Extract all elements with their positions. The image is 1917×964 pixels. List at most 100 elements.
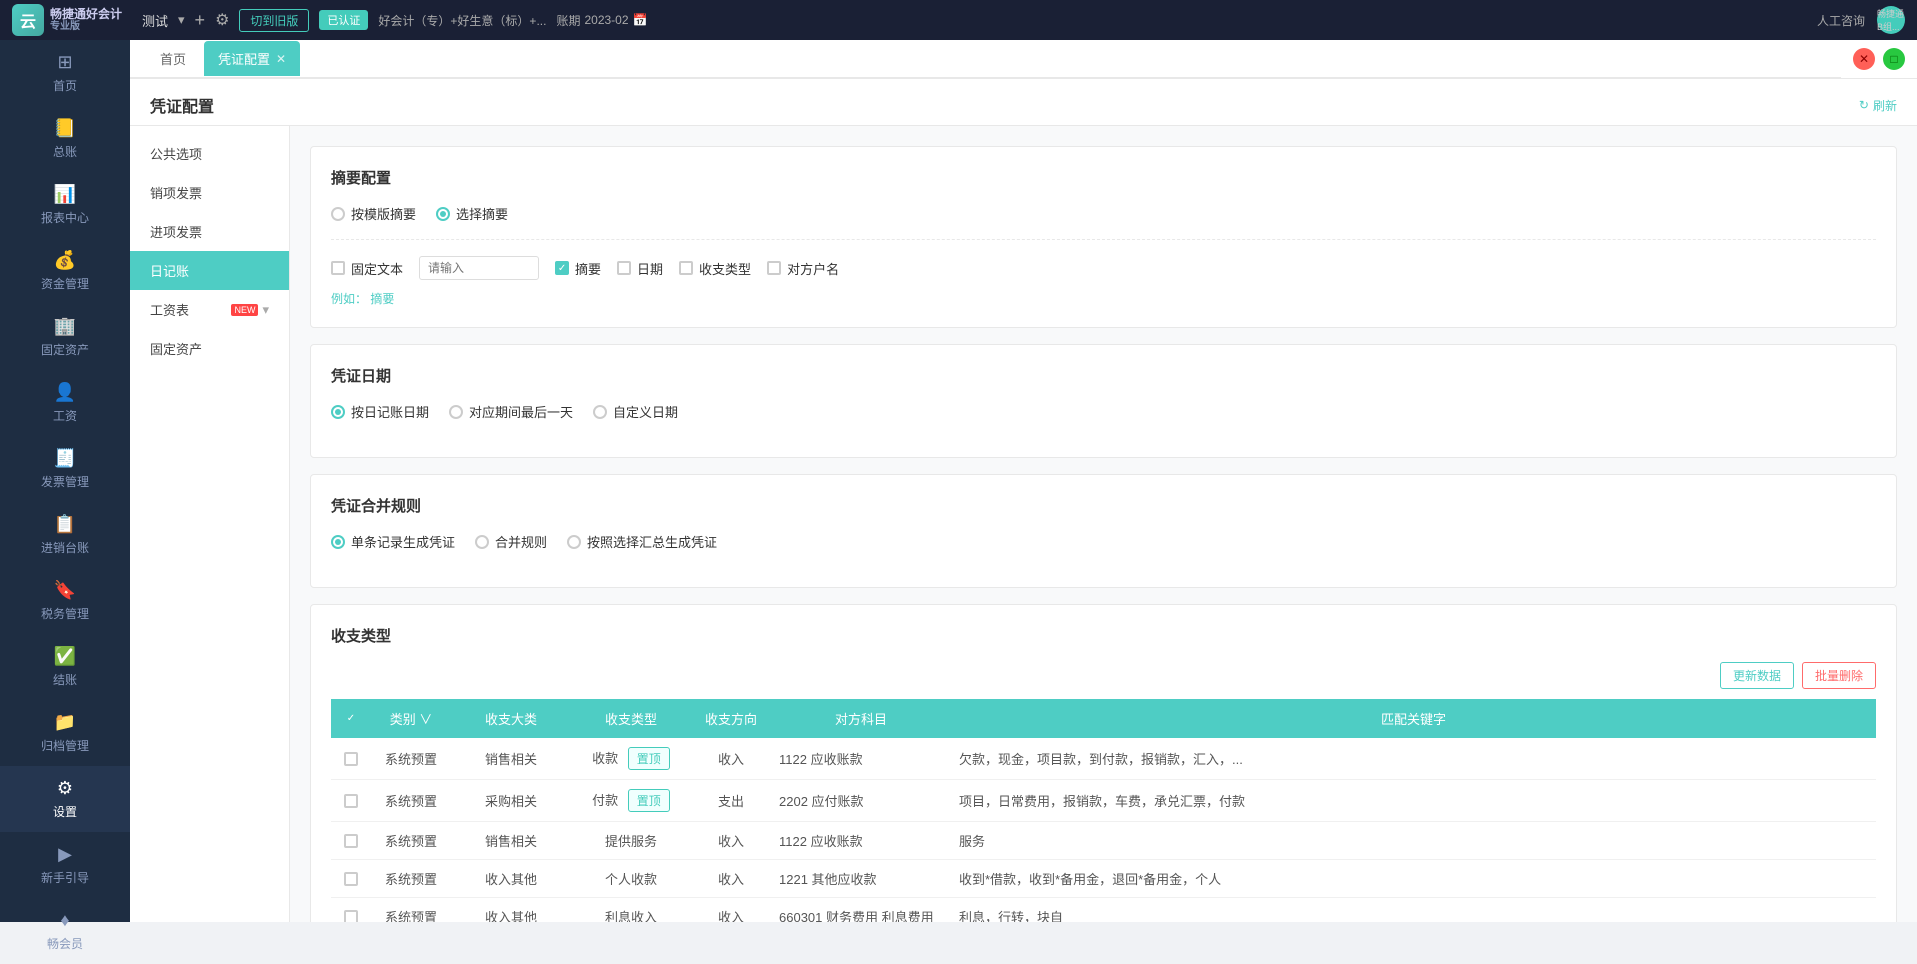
th-keyword: 匹配关键字 bbox=[951, 699, 1876, 738]
sidebar-label-settings: 设置 bbox=[53, 803, 77, 820]
row-account-1: 2202 应付账款 bbox=[771, 780, 951, 822]
table-action-row: 更新数据 批量删除 bbox=[331, 662, 1876, 689]
row-keywords-4: 利息，行转，块自 bbox=[951, 898, 1876, 923]
add-icon[interactable]: + bbox=[195, 10, 206, 31]
summary-radio-group: 按模版摘要 选择摘要 bbox=[331, 204, 1876, 223]
radio-custom-date[interactable]: 自定义日期 bbox=[593, 402, 678, 421]
radio-merge-rule[interactable]: 合并规则 bbox=[475, 532, 547, 551]
fixed-text-input[interactable] bbox=[419, 256, 539, 280]
checkbox-fixed-text[interactable]: 固定文本 bbox=[331, 259, 403, 278]
app-logo: 云 畅捷通好会计 专业版 bbox=[12, 4, 132, 36]
th-major: 收支大类 bbox=[451, 699, 571, 738]
select-all-checkbox[interactable]: ✓ bbox=[344, 712, 358, 726]
summary-config-section: 摘要配置 按模版摘要 选择摘要 bbox=[310, 146, 1897, 328]
row-checkbox-2[interactable] bbox=[344, 834, 358, 848]
left-nav-payroll[interactable]: 工资表 NEW ▾ bbox=[130, 290, 289, 329]
left-nav-public[interactable]: 公共选项 bbox=[130, 134, 289, 173]
fixed-assets-icon: 🏢 bbox=[54, 316, 76, 337]
refresh-btn[interactable]: ↻ 刷新 bbox=[1859, 97, 1897, 114]
table-row: 系统预置 销售相关 收款 置顶 收入 1122 应收账款 欠款，现金，项目款，到… bbox=[331, 738, 1876, 780]
sidebar-label-guide: 新手引导 bbox=[41, 869, 89, 886]
left-nav-sales[interactable]: 销项发票 bbox=[130, 173, 289, 212]
top-badge-0[interactable]: 置顶 bbox=[628, 747, 670, 770]
radio-single-circle bbox=[331, 535, 345, 549]
tab-close-icon[interactable]: ✕ bbox=[276, 52, 286, 66]
logo-text: 畅捷通好会计 专业版 bbox=[50, 7, 122, 33]
sidebar-item-settings[interactable]: ⚙ 设置 bbox=[0, 766, 130, 832]
new-badge: NEW bbox=[231, 304, 258, 316]
top-badge-1[interactable]: 置顶 bbox=[628, 789, 670, 812]
row-type-1: 付款 置顶 bbox=[571, 780, 691, 822]
radio-select-summary[interactable]: 选择摘要 bbox=[436, 204, 508, 223]
settings-icon[interactable]: ⚙ bbox=[215, 10, 229, 30]
consult-link[interactable]: 人工咨询 bbox=[1817, 12, 1865, 29]
checkbox-summary[interactable]: ✓ 摘要 bbox=[555, 259, 601, 278]
batch-delete-btn[interactable]: 批量删除 bbox=[1802, 662, 1876, 689]
sidebar-label-archive: 归档管理 bbox=[41, 737, 89, 754]
row-checkbox-3[interactable] bbox=[344, 872, 358, 886]
sidebar-item-fixed-assets[interactable]: 🏢 固定资产 bbox=[0, 304, 130, 370]
row-checkbox-1[interactable] bbox=[344, 794, 358, 808]
income-expense-title: 收支类型 bbox=[331, 625, 1876, 646]
sidebar-item-guide[interactable]: ▶ 新手引导 bbox=[0, 832, 130, 898]
th-account: 对方科目 bbox=[771, 699, 951, 738]
sidebar-item-tax[interactable]: 🔖 税务管理 bbox=[0, 568, 130, 634]
sidebar-item-payroll[interactable]: 👤 工资 bbox=[0, 370, 130, 436]
avatar[interactable]: 畅捷通B组... bbox=[1877, 6, 1905, 34]
row-major-1: 采购相关 bbox=[451, 780, 571, 822]
tab-home[interactable]: 首页 bbox=[146, 41, 200, 76]
archive-icon: 📁 bbox=[54, 712, 76, 733]
checkbox-type[interactable]: 收支类型 bbox=[679, 259, 751, 278]
left-nav-journal[interactable]: 日记账 bbox=[130, 251, 289, 290]
row-category-4: 系统预置 bbox=[371, 898, 451, 923]
radio-single-record[interactable]: 单条记录生成凭证 bbox=[331, 532, 455, 551]
radio-custom-circle bbox=[593, 405, 607, 419]
tab-bar: 首页 凭证配置 ✕ bbox=[130, 40, 1841, 78]
sidebar-item-home[interactable]: ⊞ 首页 bbox=[0, 40, 130, 106]
sidebar-item-ledger[interactable]: 📒 总账 bbox=[0, 106, 130, 172]
sidebar-label-sales-purchase: 进销台账 bbox=[41, 539, 89, 556]
left-nav-fixed-assets[interactable]: 固定资产 bbox=[130, 329, 289, 368]
sidebar-item-member[interactable]: ♦ 畅会员 bbox=[0, 898, 130, 964]
radio-template-summary[interactable]: 按模版摘要 bbox=[331, 204, 416, 223]
window-close-btn[interactable]: ✕ bbox=[1853, 48, 1875, 70]
top-bar: 云 畅捷通好会计 专业版 测试 ▾ + ⚙ 切到旧版 已认证 好会计（专）+好生… bbox=[0, 0, 1917, 40]
sidebar-item-invoice[interactable]: 🧾 发票管理 bbox=[0, 436, 130, 502]
th-checkbox[interactable]: ✓ bbox=[331, 699, 371, 738]
sidebar-item-archive[interactable]: 📁 归档管理 bbox=[0, 700, 130, 766]
sidebar-item-reports[interactable]: 📊 报表中心 bbox=[0, 172, 130, 238]
summary-config-title: 摘要配置 bbox=[331, 167, 1876, 188]
table-row: 系统预置 采购相关 付款 置顶 支出 2202 应付账款 项目，日常费用，报销款… bbox=[331, 780, 1876, 822]
certified-badge: 已认证 bbox=[319, 10, 368, 30]
settlement-icon: ✅ bbox=[54, 646, 76, 667]
switch-version-btn[interactable]: 切到旧版 bbox=[239, 9, 309, 32]
company-name: 测试 bbox=[142, 11, 168, 30]
radio-period-last[interactable]: 对应期间最后一天 bbox=[449, 402, 573, 421]
sidebar-item-sales-purchase[interactable]: 📋 进销台账 bbox=[0, 502, 130, 568]
row-checkbox-4[interactable] bbox=[344, 910, 358, 923]
left-nav-purchase[interactable]: 进项发票 bbox=[130, 212, 289, 251]
radio-select-circle bbox=[436, 207, 450, 221]
window-maximize-btn[interactable]: □ bbox=[1883, 48, 1905, 70]
merge-rules-radio-group: 单条记录生成凭证 合并规则 按照选择汇总生成凭证 bbox=[331, 532, 1876, 551]
checkbox-fixed-text-box bbox=[331, 261, 345, 275]
sidebar-label-ledger: 总账 bbox=[53, 143, 77, 160]
company-dropdown[interactable]: ▾ bbox=[178, 12, 185, 28]
expand-icon: ▾ bbox=[262, 302, 269, 318]
row-keywords-0: 欠款，现金，项目款，到付款，报销款，汇入，... bbox=[951, 738, 1876, 780]
radio-summary-total[interactable]: 按照选择汇总生成凭证 bbox=[567, 532, 717, 551]
merge-rules-section: 凭证合并规则 单条记录生成凭证 合并规则 按照选择汇总生成凭证 bbox=[310, 474, 1897, 588]
refresh-icon: ↻ bbox=[1859, 98, 1869, 112]
sidebar-item-funds[interactable]: 💰 资金管理 bbox=[0, 238, 130, 304]
table-row: 系统预置 收入其他 个人收款 收入 1221 其他应收款 收到*借款，收到*备用… bbox=[331, 860, 1876, 898]
sidebar-item-settlement[interactable]: ✅ 结账 bbox=[0, 634, 130, 700]
row-direction-4: 收入 bbox=[691, 898, 771, 923]
settings-sidebar-icon: ⚙ bbox=[57, 778, 73, 799]
sidebar-label-home: 首页 bbox=[53, 77, 77, 94]
checkbox-counterpart[interactable]: 对方户名 bbox=[767, 259, 839, 278]
row-checkbox-0[interactable] bbox=[344, 752, 358, 766]
update-data-btn[interactable]: 更新数据 bbox=[1720, 662, 1794, 689]
radio-journal-date[interactable]: 按日记账日期 bbox=[331, 402, 429, 421]
checkbox-date[interactable]: 日期 bbox=[617, 259, 663, 278]
tab-voucher-config[interactable]: 凭证配置 ✕ bbox=[204, 41, 300, 76]
